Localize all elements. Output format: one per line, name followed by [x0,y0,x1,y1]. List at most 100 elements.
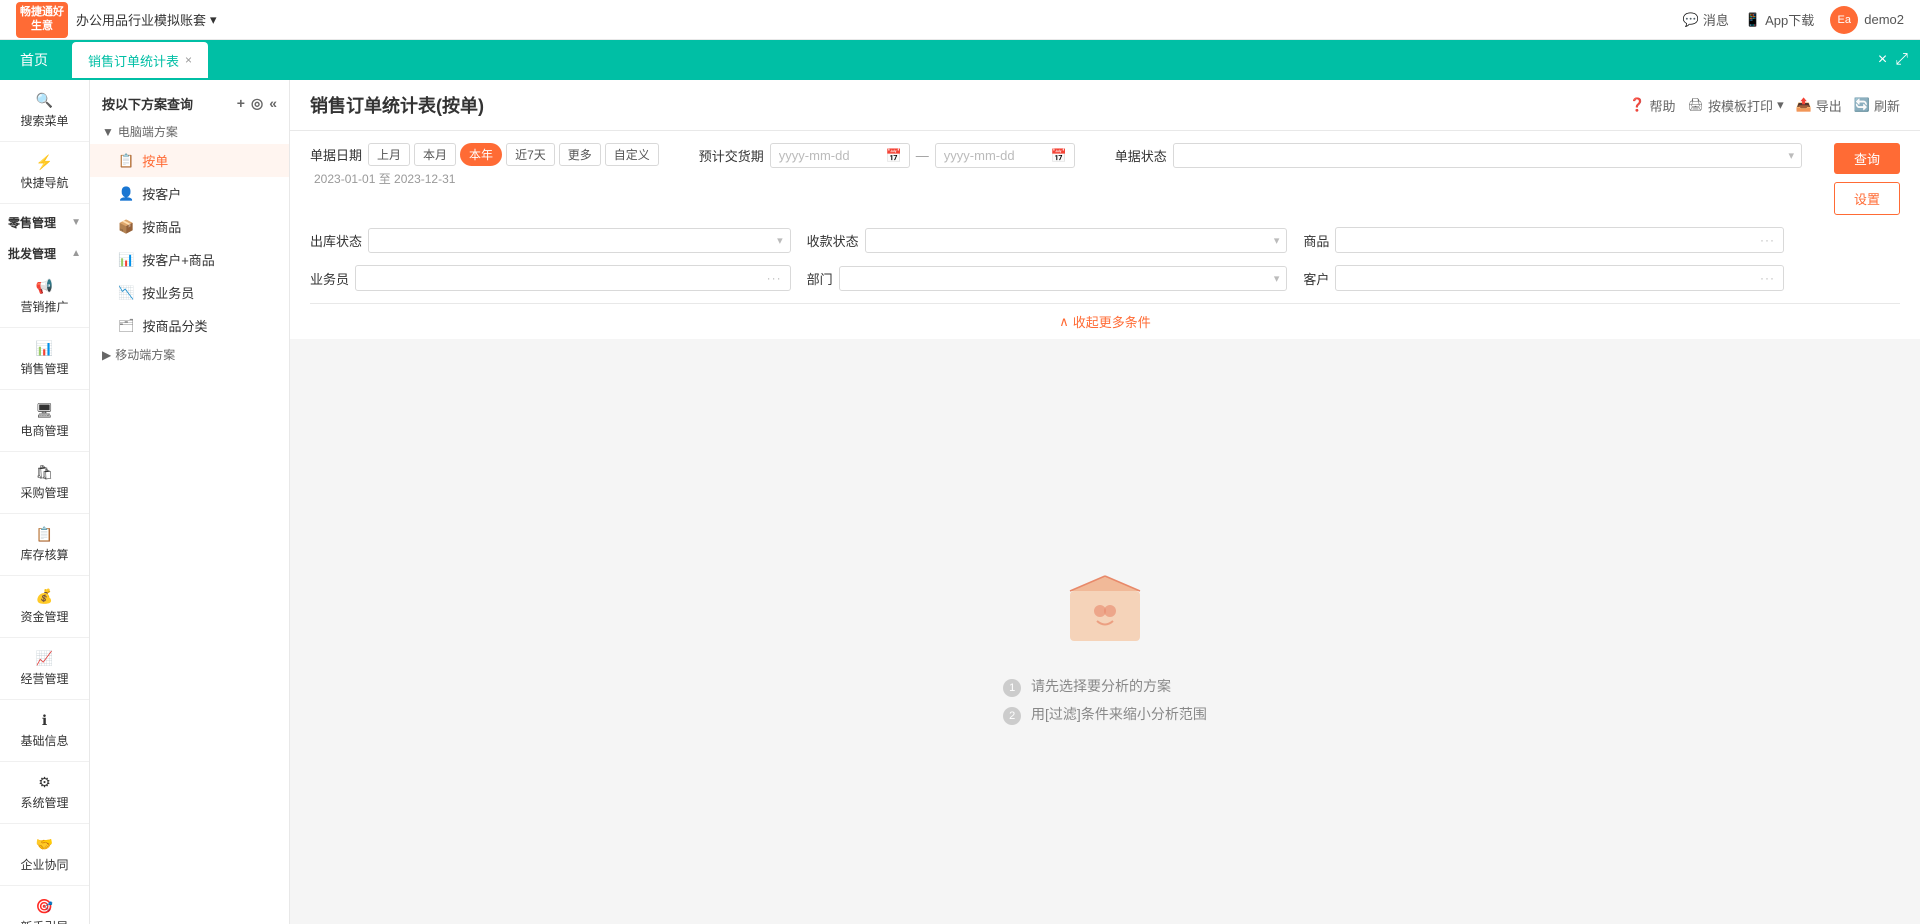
company-selector[interactable]: 办公用品行业模拟账套 ▾ [76,10,217,29]
sidebar-item-newbie[interactable]: 🎯 新手引导 [0,886,89,924]
by-product-icon: 📦 [118,219,134,235]
date-separator: — [916,148,929,163]
panel-item-by-customer-product[interactable]: 📊 按客户+商品 [90,243,289,276]
page-header: 销售订单统计表(按单) ❓ 帮助 🖨 按模板打印 ▾ 📤 [290,80,1920,131]
sidebar-item-shortcut[interactable]: ⚡ 快捷导航 [0,142,89,204]
expected-date-to: 📅 [935,143,1075,168]
message-icon: 💬 [1683,12,1699,28]
pc-section-title[interactable]: ▼ 电脑端方案 [90,119,289,144]
panel-item-by-product[interactable]: 📦 按商品 [90,210,289,243]
wholesale-arrow: ▲ [71,248,81,259]
sidebar-group-retail[interactable]: 零售管理 ▼ [0,204,89,235]
search-icon: 🔍 [36,92,53,109]
sidebar-item-operations[interactable]: 📈 经营管理 [0,638,89,700]
panel-item-by-category[interactable]: 🗂 按商品分类 [90,309,289,342]
department-label: 部门 [807,269,833,288]
add-scheme-icon[interactable]: + [237,95,245,112]
product-filter: 商品 ··· [1303,227,1784,253]
this-month-btn[interactable]: 本月 [414,143,456,166]
more-btn[interactable]: 更多 [559,143,601,166]
window-minimize-icon[interactable]: × [1878,51,1887,69]
sidebar-item-basic[interactable]: ℹ 基础信息 [0,700,89,762]
active-tab-label: 销售订单统计表 [88,51,179,70]
pc-section-arrow: ▼ [102,125,114,139]
panel-item-by-order[interactable]: 📋 按单 [90,144,289,177]
by-order-icon: 📋 [118,153,134,169]
sidebar-item-ecommerce[interactable]: 🖥 电商管理 [0,390,89,452]
expected-date-from-input[interactable] [770,143,910,168]
tab-bar-actions: × ⤢ [1878,51,1908,69]
sales-rep-input[interactable]: ··· [355,265,791,291]
expected-date-to-input[interactable] [935,143,1075,168]
collection-status-filter: 收款状态 ▾ [807,228,1288,253]
sidebar-item-collab[interactable]: 🤝 企业协同 [0,824,89,886]
panel-header-label: 按以下方案查询 [102,94,193,113]
sidebar-item-marketing[interactable]: 📢 营销推广 [0,266,89,328]
shortcut-icon: ⚡ [36,154,53,171]
custom-btn[interactable]: 自定义 [605,143,659,166]
doc-status-select[interactable] [1173,143,1802,168]
department-select-wrapper: ▾ [839,266,1288,291]
sidebar-item-search[interactable]: 🔍 搜索菜单 [0,80,89,142]
refresh-icon: 🔄 [1854,97,1870,113]
sidebar-item-system[interactable]: ⚙ 系统管理 [0,762,89,824]
date-range-text: 2023-01-01 至 2023-12-31 [310,170,659,187]
window-maximize-icon[interactable]: ⤢ [1895,51,1908,69]
sidebar-label-newbie: 新手引导 [20,918,68,924]
empty-state: 1 请先选择要分析的方案 2 用[过滤]条件来缩小分析范围 [290,339,1920,924]
sales-rep-dots-icon: ··· [767,271,782,285]
sidebar-item-purchase[interactable]: 🛍 采购管理 [0,452,89,514]
this-year-btn[interactable]: 本年 [460,143,502,166]
sidebar-item-finance[interactable]: 💰 资金管理 [0,576,89,638]
newbie-icon: 🎯 [36,898,53,915]
collapse-panel-icon[interactable]: « [269,95,277,112]
finance-icon: 💰 [36,588,53,605]
sidebar-label-collab: 企业协同 [20,856,68,873]
refresh-link[interactable]: 🔄 刷新 [1854,96,1900,115]
settings-button[interactable]: 设置 [1834,182,1900,215]
panel-item-by-sales-rep[interactable]: 📉 按业务员 [90,276,289,309]
help-icon: ❓ [1629,97,1645,113]
export-link[interactable]: 📤 导出 [1796,96,1842,115]
by-sales-rep-label: 按业务员 [142,283,194,302]
expected-date-label: 预计交货期 [699,146,764,165]
sidebar-item-inventory[interactable]: 📋 库存核算 [0,514,89,576]
empty-svg [1045,536,1165,656]
last7-btn[interactable]: 近7天 [506,143,555,166]
customer-input[interactable]: ··· [1335,265,1784,291]
sales-rep-label: 业务员 [310,269,349,288]
expected-date-filter: 预计交货期 📅 — 📅 [699,143,1075,168]
filter-section: 单据日期 上月 本月 本年 近7天 更多 自定义 2023-01-01 至 20… [290,131,1920,339]
panel-item-by-customer[interactable]: 👤 按客户 [90,177,289,210]
delivery-status-select[interactable] [368,228,791,253]
content-area: 按以下方案查询 + ◎ « ▼ 电脑端方案 📋 按单 👤 按客户 📦 [90,80,1920,924]
expected-date-from: 📅 [770,143,910,168]
department-select[interactable] [839,266,1288,291]
tab-close-icon[interactable]: × [185,53,192,67]
collection-status-select[interactable] [865,228,1288,253]
tab-bar: 首页 销售订单统计表 × × ⤢ [0,40,1920,80]
logo-text: 畅捷通好生意 [16,6,68,32]
sidebar-item-sales[interactable]: 📊 销售管理 [0,328,89,390]
delivery-status-wrapper: ▾ [368,228,791,253]
collapse-up-icon: ∧ [1059,314,1069,330]
settings-scheme-icon[interactable]: ◎ [251,95,263,112]
user-profile[interactable]: Ea demo2 [1830,6,1904,34]
template-print-link[interactable]: 🖨 按模板打印 ▾ [1688,96,1784,115]
prev-month-btn[interactable]: 上月 [368,143,410,166]
sidebar-group-wholesale[interactable]: 批发管理 ▲ [0,235,89,266]
inventory-icon: 📋 [36,526,53,543]
pc-section-label: 电脑端方案 [118,123,178,140]
by-category-icon: 🗂 [118,318,135,334]
collapse-label: 收起更多条件 [1073,312,1151,331]
query-button[interactable]: 查询 [1834,143,1900,174]
tab-home[interactable]: 首页 [0,40,68,80]
messages-link[interactable]: 💬 消息 [1683,10,1729,29]
product-input[interactable]: ··· [1335,227,1784,253]
collapse-bar[interactable]: ∧ 收起更多条件 [310,303,1900,339]
mobile-section-title[interactable]: ▶ 移动端方案 [90,342,289,367]
by-category-label: 按商品分类 [143,316,208,335]
help-link[interactable]: ❓ 帮助 [1629,96,1675,115]
app-download-link[interactable]: 📱 App下载 [1745,10,1814,29]
tab-active[interactable]: 销售订单统计表 × [72,42,208,78]
